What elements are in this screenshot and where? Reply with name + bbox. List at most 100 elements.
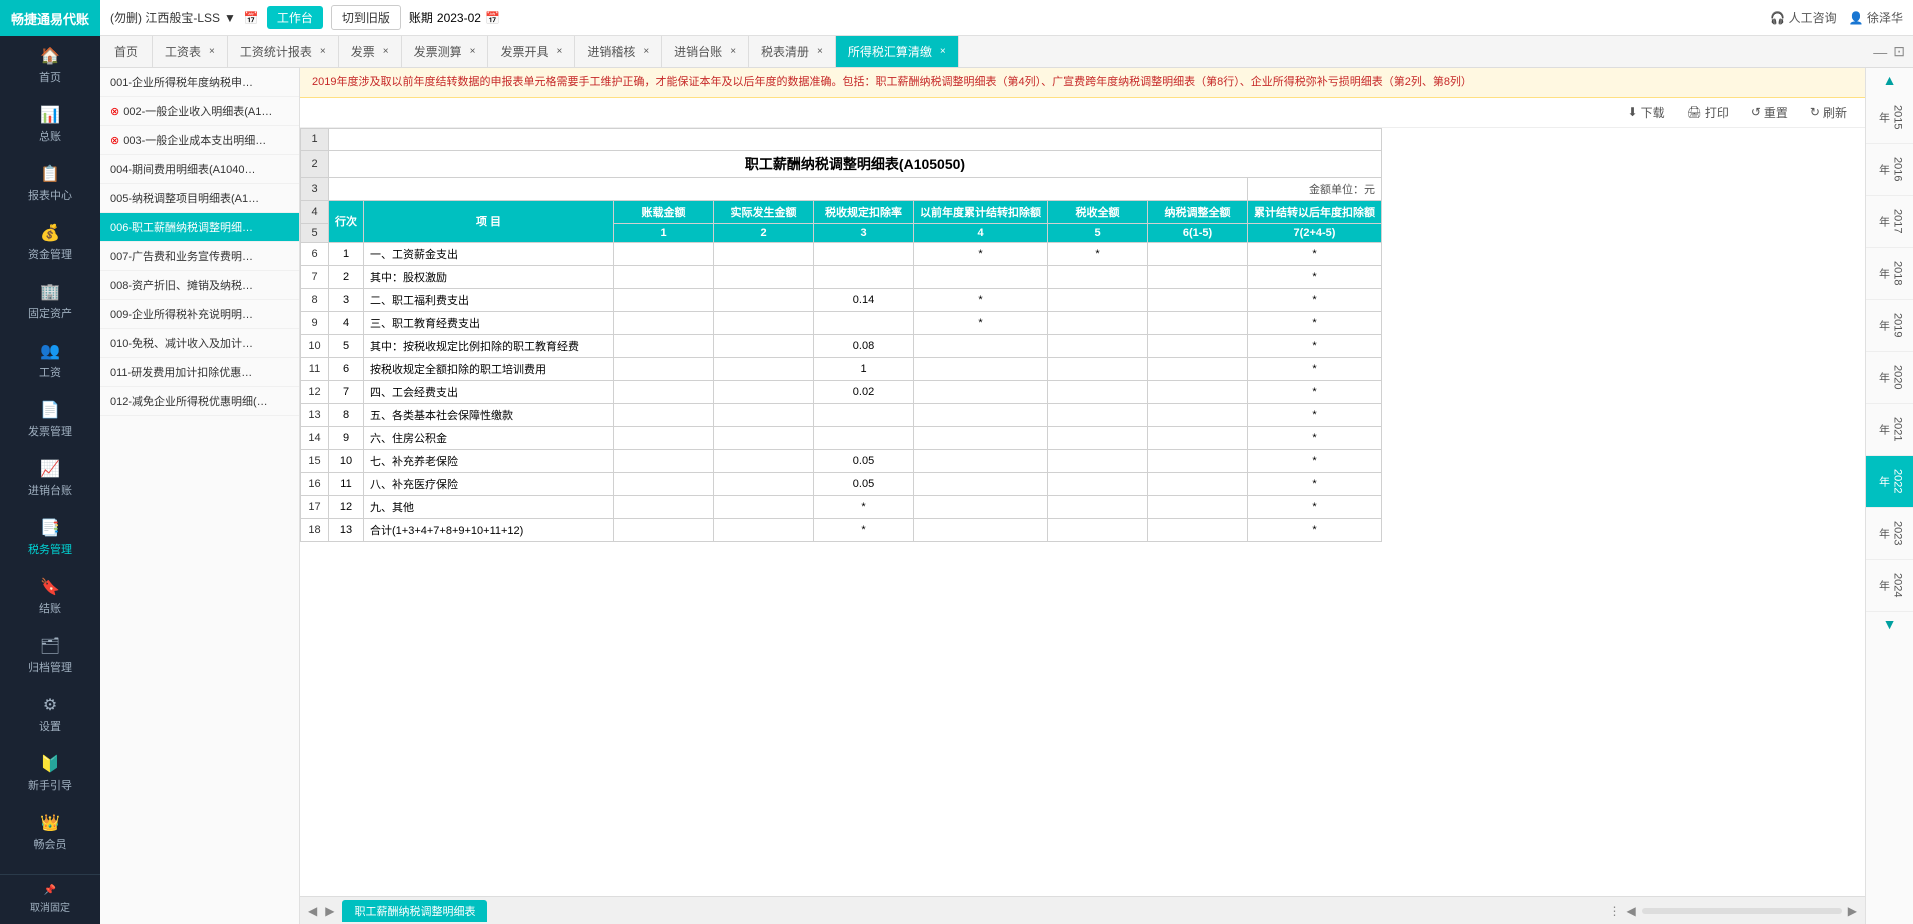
cell-C[interactable]	[614, 380, 714, 403]
year-2021[interactable]: 2021年	[1866, 404, 1913, 456]
cell-H[interactable]	[1148, 242, 1248, 265]
cell-D[interactable]	[714, 288, 814, 311]
sheet-scroll-right[interactable]: ▶	[1848, 904, 1857, 918]
cell-G[interactable]	[1048, 472, 1148, 495]
cell-G[interactable]	[1048, 495, 1148, 518]
tab-income-tax[interactable]: 所得税汇算清缴 ×	[836, 36, 959, 68]
tab-invoice-calc-close[interactable]: ×	[470, 46, 476, 57]
list-item-002[interactable]: ⊗ 002-一般企业收入明细表(A1…	[100, 97, 299, 126]
year-2019[interactable]: 2019年	[1866, 300, 1913, 352]
user-avatar[interactable]: 👤 徐泽华	[1849, 9, 1903, 26]
tab-invoice-close[interactable]: ×	[383, 46, 389, 57]
list-item-001[interactable]: 001-企业所得税年度纳税申…	[100, 68, 299, 97]
year-2018[interactable]: 2018年	[1866, 248, 1913, 300]
cell-C[interactable]	[614, 403, 714, 426]
cell-E[interactable]	[814, 426, 914, 449]
sidebar-item-archive[interactable]: 🗂 归档管理	[0, 626, 100, 685]
tab-salary-close[interactable]: ×	[209, 46, 215, 57]
cell-E[interactable]	[814, 265, 914, 288]
support-button[interactable]: 🎧 人工咨询	[1770, 9, 1836, 26]
tab-maximize-icon[interactable]: ⊡	[1893, 43, 1905, 60]
list-item-009[interactable]: 009-企业所得税补充说明明…	[100, 300, 299, 329]
cell-C[interactable]	[614, 518, 714, 541]
cell-C[interactable]	[614, 495, 714, 518]
sheet-menu-icon[interactable]: ⋮	[1609, 904, 1621, 918]
cell-H[interactable]	[1148, 426, 1248, 449]
sheet-scroll-left[interactable]: ◀	[1627, 904, 1636, 918]
sidebar-item-home[interactable]: 🏠 首页	[0, 36, 100, 95]
cell-F[interactable]	[914, 495, 1048, 518]
cell-F[interactable]	[914, 426, 1048, 449]
tab-salary-stats[interactable]: 工资统计报表 ×	[228, 36, 339, 68]
print-button[interactable]: 🖨 打印	[1681, 102, 1735, 123]
cell-C[interactable]	[614, 265, 714, 288]
spreadsheet-area[interactable]: 1 2 职工薪酬纳税调整明细表(A105050) 3 金额单位：元	[300, 128, 1865, 897]
sidebar-item-settings[interactable]: ⚙ 设置	[0, 685, 100, 744]
tab-purchase-ledger-close[interactable]: ×	[730, 46, 736, 57]
cell-H[interactable]	[1148, 288, 1248, 311]
cell-H[interactable]	[1148, 357, 1248, 380]
cell-H[interactable]	[1148, 334, 1248, 357]
download-button[interactable]: ⬇ 下载	[1622, 102, 1671, 123]
sidebar-item-reports[interactable]: 📋 报表中心	[0, 154, 100, 213]
cell-F[interactable]	[914, 472, 1048, 495]
cell-D[interactable]	[714, 357, 814, 380]
cell-G[interactable]	[1048, 449, 1148, 472]
tab-salary-stats-close[interactable]: ×	[320, 46, 326, 57]
sidebar-item-ledger[interactable]: 📊 总账	[0, 95, 100, 154]
cell-D[interactable]	[714, 403, 814, 426]
cell-H[interactable]	[1148, 265, 1248, 288]
sheet-scroll-bar[interactable]	[1642, 908, 1842, 914]
sidebar-item-assets[interactable]: 🏢 固定资产	[0, 272, 100, 331]
sidebar-item-close[interactable]: 🔖 结账	[0, 567, 100, 626]
cell-G[interactable]	[1048, 334, 1148, 357]
cell-F[interactable]	[914, 357, 1048, 380]
cell-G[interactable]	[1048, 357, 1148, 380]
cell-G[interactable]	[1048, 518, 1148, 541]
sidebar-item-member[interactable]: 👑 畅会员	[0, 803, 100, 862]
tab-home[interactable]: 首页	[100, 36, 153, 68]
cell-G[interactable]	[1048, 288, 1148, 311]
cell-F[interactable]	[914, 403, 1048, 426]
cell-D[interactable]	[714, 449, 814, 472]
cell-H[interactable]	[1148, 472, 1248, 495]
cell-G[interactable]	[1048, 426, 1148, 449]
next-sheet-icon[interactable]: ▶	[325, 904, 334, 918]
period-selector[interactable]: 账期 2023-02 📅	[409, 9, 500, 26]
sidebar-item-guide[interactable]: 🔰 新手引导	[0, 744, 100, 803]
sidebar-item-finance[interactable]: 💰 资金管理	[0, 213, 100, 272]
tab-invoice-issue[interactable]: 发票开具 ×	[488, 36, 575, 68]
cell-E[interactable]	[814, 403, 914, 426]
cell-E[interactable]	[814, 311, 914, 334]
tab-purchase-ledger[interactable]: 进销台账 ×	[662, 36, 749, 68]
cell-C[interactable]	[614, 288, 714, 311]
sidebar-item-salary[interactable]: 👥 工资	[0, 331, 100, 390]
list-item-007[interactable]: 007-广告费和业务宣传费明…	[100, 242, 299, 271]
cell-F[interactable]	[914, 518, 1048, 541]
cell-D[interactable]	[714, 518, 814, 541]
refresh-button[interactable]: ↻ 刷新	[1804, 102, 1853, 123]
cell-G[interactable]	[1048, 403, 1148, 426]
cell-D[interactable]	[714, 334, 814, 357]
cell-F[interactable]	[914, 449, 1048, 472]
tab-invoice[interactable]: 发票 ×	[339, 36, 402, 68]
cell-F[interactable]	[914, 265, 1048, 288]
cell-C[interactable]	[614, 311, 714, 334]
sidebar-unpin[interactable]: 📌 取消固定	[0, 875, 100, 924]
cell-C[interactable]	[614, 449, 714, 472]
year-2017[interactable]: 2017年	[1866, 196, 1913, 248]
cell-C[interactable]	[614, 357, 714, 380]
tab-tax-list-close[interactable]: ×	[817, 46, 823, 57]
list-item-004[interactable]: 004-期间费用明细表(A1040…	[100, 155, 299, 184]
year-2020[interactable]: 2020年	[1866, 352, 1913, 404]
prev-sheet-icon[interactable]: ◀	[308, 904, 317, 918]
reset-button[interactable]: ↺ 重置	[1745, 102, 1794, 123]
year-nav-up[interactable]: ▲	[1866, 68, 1913, 92]
year-2024[interactable]: 2024年	[1866, 560, 1913, 612]
cell-H[interactable]	[1148, 403, 1248, 426]
cell-F[interactable]	[914, 334, 1048, 357]
cell-C[interactable]	[614, 242, 714, 265]
year-2015[interactable]: 2015年	[1866, 92, 1913, 144]
cell-D[interactable]	[714, 265, 814, 288]
year-nav-down[interactable]: ▼	[1866, 612, 1913, 636]
